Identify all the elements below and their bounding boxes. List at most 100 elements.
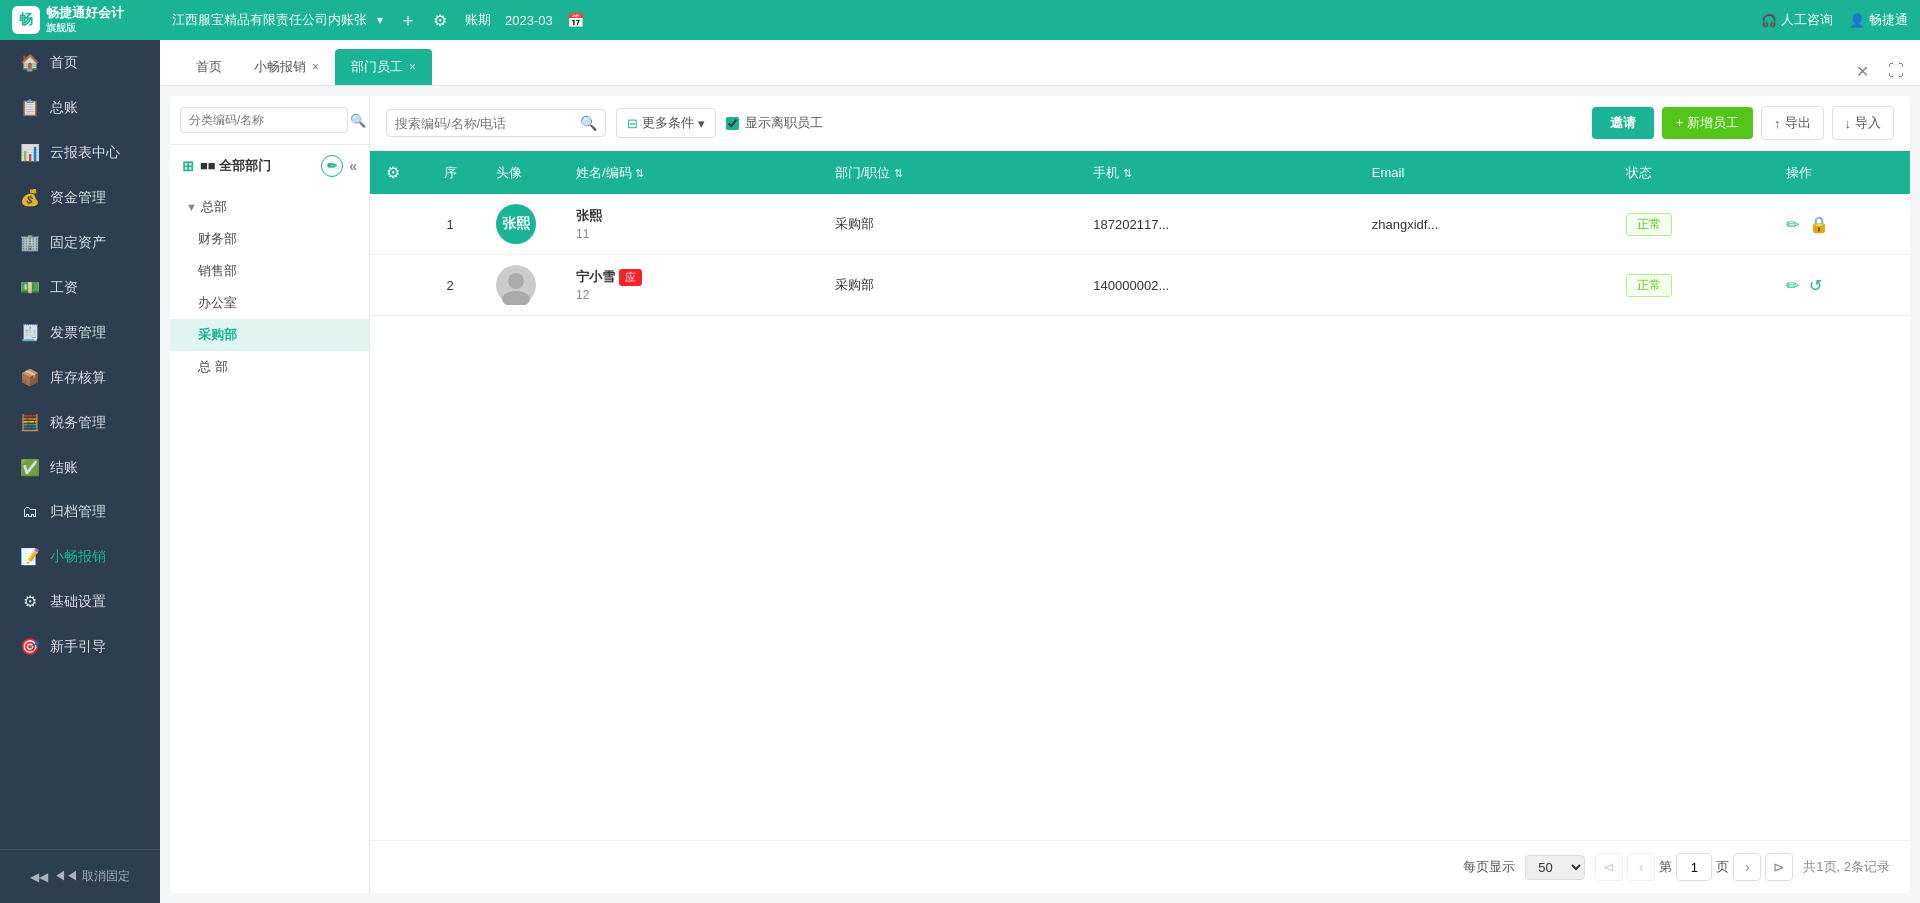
sidebar-item-settings[interactable]: ⚙ 基础设置 <box>0 579 160 624</box>
row-email: zhangxidf... <box>1356 194 1610 255</box>
refresh-employee-icon[interactable]: ↺ <box>1809 276 1822 295</box>
avatar <box>496 265 536 305</box>
dept-item-finance[interactable]: 财务部 <box>170 223 369 255</box>
cancel-fixed-button[interactable]: ◀◀ ◀◀ 取消固定 <box>0 860 160 893</box>
hq-expand-icon: ▼ <box>186 201 197 213</box>
table-row: 1 张熙 张熙 11 采购部 <box>370 194 1910 255</box>
invite-button[interactable]: 邀请 <box>1592 107 1654 139</box>
dept-item-label: 采购部 <box>198 326 237 344</box>
dept-search-input[interactable] <box>180 107 348 133</box>
tab-employee-close-icon[interactable]: × <box>409 60 416 74</box>
tab-expense-label: 小畅报销 <box>254 58 306 76</box>
lock-employee-icon[interactable]: 🔒 <box>1809 215 1829 234</box>
sidebar-item-inventory[interactable]: 📦 库存核算 <box>0 355 160 400</box>
sidebar-item-ledger[interactable]: 📋 总账 <box>0 85 160 130</box>
sidebar-item-payroll[interactable]: 💵 工资 <box>0 265 160 310</box>
sidebar-item-invoice[interactable]: 🧾 发票管理 <box>0 310 160 355</box>
add-employee-button[interactable]: + 新增员工 <box>1662 107 1753 139</box>
row-name: 张熙 11 <box>560 194 819 255</box>
row-avatar: 张熙 <box>480 194 560 255</box>
sidebar-item-guide[interactable]: 🎯 新手引导 <box>0 624 160 669</box>
more-filter-button[interactable]: ⊟ 更多条件 ▾ <box>616 108 716 138</box>
sidebar-item-checkout[interactable]: ✅ 结账 <box>0 445 160 490</box>
last-page-button[interactable]: ⊳ <box>1765 853 1793 881</box>
tab-bar: 首页 小畅报销 × 部门员工 × ✕ ⛶ <box>160 40 1920 86</box>
sidebar-item-reports[interactable]: 📊 云报表中心 <box>0 130 160 175</box>
gear-col-icon[interactable]: ⚙ <box>386 164 400 181</box>
edit-employee-icon[interactable]: ✏ <box>1786 215 1799 234</box>
tab-expense[interactable]: 小畅报销 × <box>238 49 335 85</box>
sidebar-item-expense[interactable]: 📝 小畅报销 <box>0 534 160 579</box>
calendar-icon[interactable]: 📅 <box>567 12 584 28</box>
edit-employee-icon[interactable]: ✏ <box>1786 276 1799 295</box>
sidebar-item-funds[interactable]: 💰 资金管理 <box>0 175 160 220</box>
sidebar-item-assets[interactable]: 🏢 固定资产 <box>0 220 160 265</box>
row-phone: 187202117... <box>1077 194 1355 255</box>
dept-search-icon[interactable]: 🔍 <box>350 106 366 134</box>
top-bar-right: 🎧 人工咨询 👤 畅捷通 <box>1761 11 1908 29</box>
show-resigned-checkbox[interactable]: 显示离职员工 <box>726 114 823 132</box>
pagination: 每页显示 10 20 50 100 ⊲ ‹ 第 <box>370 840 1910 893</box>
employee-code: 12 <box>576 288 803 302</box>
top-bar: 畅 畅捷通好会计 旗舰版 江西服宝精品有限责任公司内账张 ▾ ＋ ⚙ 账期 20… <box>0 0 1920 40</box>
archive-icon: 🗂 <box>20 503 40 521</box>
dept-item-label: 办公室 <box>198 294 237 312</box>
app-name: 畅捷通好会计 <box>46 5 124 21</box>
funds-icon: 💰 <box>20 188 40 207</box>
avatar: 张熙 <box>496 204 536 244</box>
col-name[interactable]: 姓名/编码 ⇅ <box>560 151 819 194</box>
search-icon[interactable]: 🔍 <box>580 115 597 131</box>
svg-point-1 <box>502 291 530 305</box>
dept-item-office[interactable]: 办公室 <box>170 287 369 319</box>
tab-expand-button[interactable]: ⛶ <box>1882 57 1910 85</box>
filter-icon: ⊟ <box>627 116 638 131</box>
employee-search-input[interactable] <box>395 116 574 131</box>
prev-page-button[interactable]: ‹ <box>1627 853 1655 881</box>
support-button[interactable]: 🎧 人工咨询 <box>1761 11 1833 29</box>
tab-close-button[interactable]: ✕ <box>1848 57 1876 85</box>
user-info[interactable]: 👤 畅捷通 <box>1849 11 1908 29</box>
sidebar-label: 首页 <box>50 54 78 72</box>
employee-name: 宁小雪 <box>576 268 615 286</box>
per-page-label: 每页显示 <box>1463 858 1515 876</box>
next-page-button[interactable]: › <box>1733 853 1761 881</box>
first-page-button[interactable]: ⊲ <box>1595 853 1623 881</box>
sidebar-item-tax[interactable]: 🧮 税务管理 <box>0 400 160 445</box>
page-input[interactable] <box>1676 853 1712 881</box>
dept-item-hq[interactable]: ▼ 总部 <box>170 191 369 223</box>
tab-expense-close-icon[interactable]: × <box>312 60 319 74</box>
dept-edit-icon[interactable]: ✏ <box>321 155 343 177</box>
row-gear <box>370 194 420 255</box>
export-button[interactable]: ↑ 导出 <box>1761 106 1824 140</box>
import-button[interactable]: ↓ 导入 <box>1832 106 1895 140</box>
sidebar-item-home[interactable]: 🏠 首页 <box>0 40 160 85</box>
col-gear[interactable]: ⚙ <box>370 151 420 194</box>
tab-home[interactable]: 首页 <box>180 49 238 85</box>
dept-item-general[interactable]: 总 部 <box>170 351 369 383</box>
settings-icon[interactable]: ⚙ <box>433 11 447 30</box>
dept-item-sales[interactable]: 销售部 <box>170 255 369 287</box>
sidebar-item-archive[interactable]: 🗂 归档管理 <box>0 490 160 534</box>
status-badge: 正常 <box>1626 274 1672 297</box>
row-status: 正常 <box>1610 194 1770 255</box>
resigned-checkbox-input[interactable] <box>726 117 739 130</box>
headset-icon: 🎧 <box>1761 13 1777 28</box>
sidebar: 🏠 首页 📋 总账 📊 云报表中心 💰 资金管理 🏢 固定资产 💵 工资 <box>0 40 160 903</box>
settings-nav-icon: ⚙ <box>20 592 40 611</box>
add-company-button[interactable]: ＋ <box>399 8 417 32</box>
employee-tag: 应 <box>619 269 642 286</box>
dept-item-purchase[interactable]: 采购部 <box>170 319 369 351</box>
per-page-select[interactable]: 10 20 50 100 <box>1525 855 1585 880</box>
col-email: Email <box>1356 151 1610 194</box>
dept-collapse-icon[interactable]: « <box>349 158 357 174</box>
sidebar-label: 归档管理 <box>50 503 106 521</box>
col-phone[interactable]: 手机 ⇅ <box>1077 151 1355 194</box>
employee-search-box[interactable]: 🔍 <box>386 109 606 137</box>
tab-employee[interactable]: 部门员工 × <box>335 49 432 85</box>
sidebar-label: 税务管理 <box>50 414 106 432</box>
all-dept-label[interactable]: ⊞ ■■ 全部部门 <box>182 157 271 175</box>
company-dropdown-icon[interactable]: ▾ <box>377 13 383 27</box>
sidebar-label: 新手引导 <box>50 638 106 656</box>
row-phone: 140000002... <box>1077 255 1355 316</box>
col-dept[interactable]: 部门/职位 ⇅ <box>819 151 1078 194</box>
